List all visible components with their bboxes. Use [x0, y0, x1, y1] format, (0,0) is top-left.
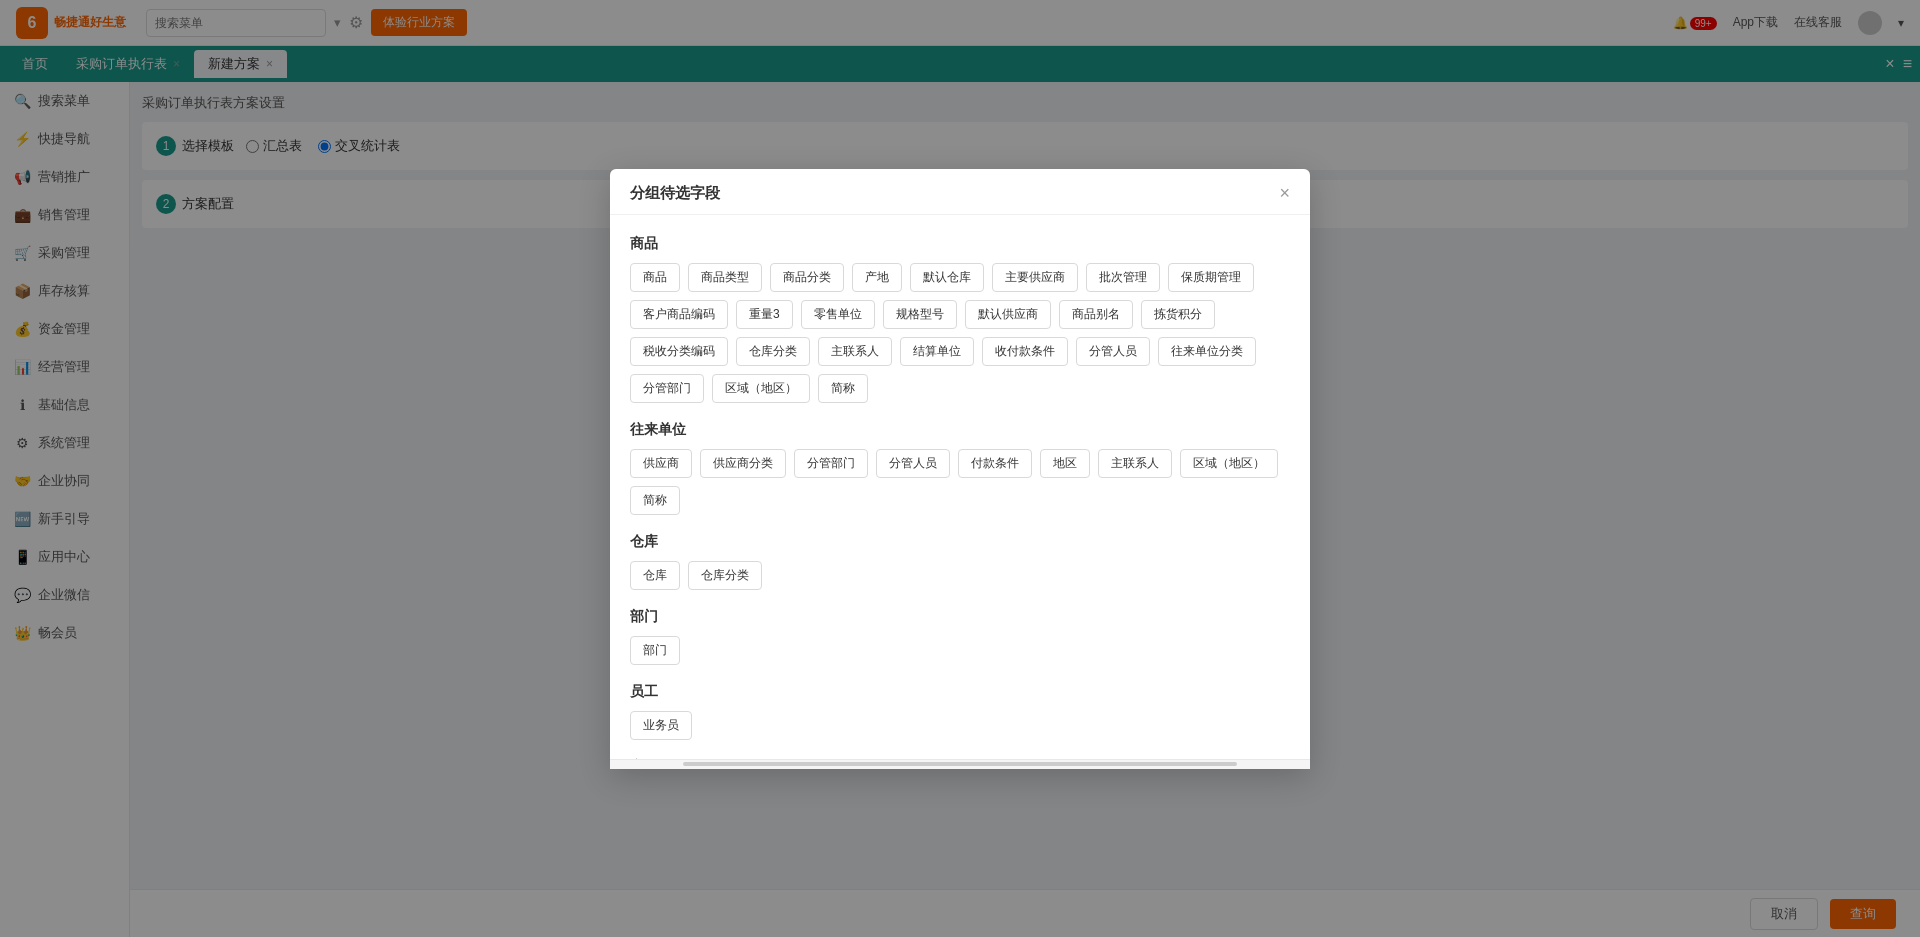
field-tag-goods-19[interactable]: 收付款条件 [982, 337, 1068, 366]
field-tag-goods-2[interactable]: 商品分类 [770, 263, 844, 292]
field-tags-goods: 商品 商品类型 商品分类 产地 默认仓库 主要供应商 批次管理 保质期管理 客户… [630, 263, 1290, 403]
modal-close-btn[interactable]: × [1279, 183, 1290, 204]
field-group-warehouse-title: 仓库 [630, 533, 1290, 551]
field-tag-partner-3[interactable]: 分管人员 [876, 449, 950, 478]
field-tags-dept: 部门 [630, 636, 1290, 665]
field-tag-partner-1[interactable]: 供应商分类 [700, 449, 786, 478]
field-group-dept: 部门 部门 [630, 608, 1290, 665]
field-tag-partner-2[interactable]: 分管部门 [794, 449, 868, 478]
field-tag-goods-7[interactable]: 保质期管理 [1168, 263, 1254, 292]
field-group-warehouse: 仓库 仓库 仓库分类 [630, 533, 1290, 590]
modal-header: 分组待选字段 × [610, 169, 1310, 215]
field-tag-partner-6[interactable]: 主联系人 [1098, 449, 1172, 478]
field-tag-partner-0[interactable]: 供应商 [630, 449, 692, 478]
field-tag-goods-14[interactable]: 拣货积分 [1141, 300, 1215, 329]
field-tag-goods-21[interactable]: 往来单位分类 [1158, 337, 1256, 366]
field-tag-partner-8[interactable]: 简称 [630, 486, 680, 515]
field-tag-goods-23[interactable]: 区域（地区） [712, 374, 810, 403]
field-tags-staff: 业务员 [630, 711, 1290, 740]
field-tag-goods-0[interactable]: 商品 [630, 263, 680, 292]
field-tag-goods-17[interactable]: 主联系人 [818, 337, 892, 366]
field-select-modal: 分组待选字段 × 商品 商品 商品类型 商品分类 产地 默认仓库 主要供应商 批… [610, 169, 1310, 769]
field-tag-goods-16[interactable]: 仓库分类 [736, 337, 810, 366]
field-tag-partner-4[interactable]: 付款条件 [958, 449, 1032, 478]
field-tag-goods-13[interactable]: 商品别名 [1059, 300, 1133, 329]
field-group-staff-title: 员工 [630, 683, 1290, 701]
modal-scrollbar[interactable] [610, 759, 1310, 769]
field-tag-goods-18[interactable]: 结算单位 [900, 337, 974, 366]
field-tags-warehouse: 仓库 仓库分类 [630, 561, 1290, 590]
field-group-goods-title: 商品 [630, 235, 1290, 253]
field-group-partner: 往来单位 供应商 供应商分类 分管部门 分管人员 付款条件 地区 主联系人 区域… [630, 421, 1290, 515]
modal-title: 分组待选字段 [630, 184, 720, 203]
field-tag-warehouse-1[interactable]: 仓库分类 [688, 561, 762, 590]
field-group-dept-title: 部门 [630, 608, 1290, 626]
field-tag-goods-22[interactable]: 分管部门 [630, 374, 704, 403]
field-tag-goods-9[interactable]: 重量3 [736, 300, 793, 329]
field-tag-staff-0[interactable]: 业务员 [630, 711, 692, 740]
field-tag-partner-7[interactable]: 区域（地区） [1180, 449, 1278, 478]
field-tag-dept-0[interactable]: 部门 [630, 636, 680, 665]
field-tag-goods-1[interactable]: 商品类型 [688, 263, 762, 292]
field-tag-goods-10[interactable]: 零售单位 [801, 300, 875, 329]
field-group-goods: 商品 商品 商品类型 商品分类 产地 默认仓库 主要供应商 批次管理 保质期管理… [630, 235, 1290, 403]
field-tag-goods-20[interactable]: 分管人员 [1076, 337, 1150, 366]
modal-body: 商品 商品 商品类型 商品分类 产地 默认仓库 主要供应商 批次管理 保质期管理… [610, 215, 1310, 759]
field-tag-goods-3[interactable]: 产地 [852, 263, 902, 292]
field-tag-goods-4[interactable]: 默认仓库 [910, 263, 984, 292]
field-tag-goods-8[interactable]: 客户商品编码 [630, 300, 728, 329]
field-tag-goods-11[interactable]: 规格型号 [883, 300, 957, 329]
field-tag-goods-5[interactable]: 主要供应商 [992, 263, 1078, 292]
field-tag-goods-6[interactable]: 批次管理 [1086, 263, 1160, 292]
field-group-partner-title: 往来单位 [630, 421, 1290, 439]
field-tag-goods-24[interactable]: 简称 [818, 374, 868, 403]
field-group-staff: 员工 业务员 [630, 683, 1290, 740]
modal-overlay: 分组待选字段 × 商品 商品 商品类型 商品分类 产地 默认仓库 主要供应商 批… [0, 0, 1920, 937]
field-tag-warehouse-0[interactable]: 仓库 [630, 561, 680, 590]
field-tag-goods-12[interactable]: 默认供应商 [965, 300, 1051, 329]
field-tag-goods-15[interactable]: 税收分类编码 [630, 337, 728, 366]
field-tag-partner-5[interactable]: 地区 [1040, 449, 1090, 478]
field-tags-partner: 供应商 供应商分类 分管部门 分管人员 付款条件 地区 主联系人 区域（地区） … [630, 449, 1290, 515]
